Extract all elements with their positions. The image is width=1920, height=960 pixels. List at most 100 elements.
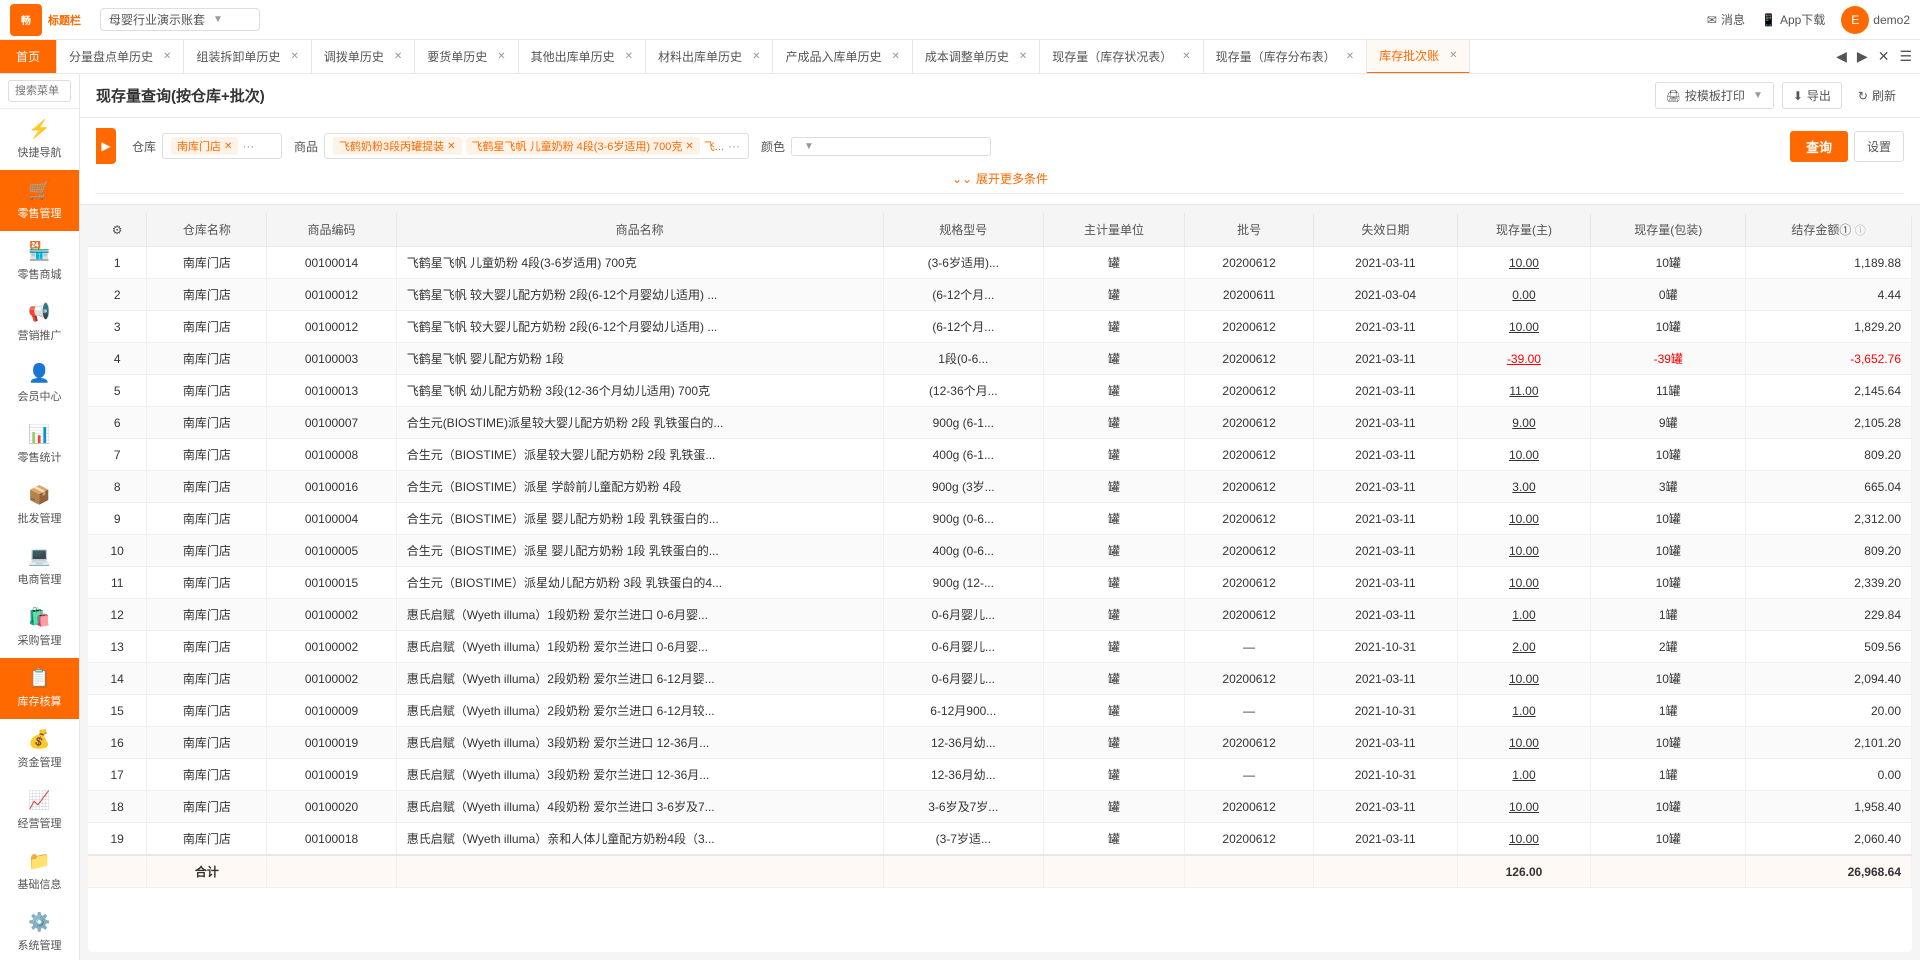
cell-qty[interactable]: 3.00: [1457, 471, 1591, 503]
tab-cai-liao-close[interactable]: ✕: [752, 51, 760, 62]
tab-chan-pin-close[interactable]: ✕: [891, 51, 899, 62]
setting-btn[interactable]: 设置: [1854, 131, 1904, 162]
warehouse-tag-group[interactable]: 南库门店 ✕ ···: [162, 133, 282, 159]
tab-qi-ta-close[interactable]: ✕: [625, 51, 633, 62]
cell-qty[interactable]: 10.00: [1457, 567, 1591, 599]
sidebar-item-ling-shou-tong[interactable]: 📊 零售统计: [0, 414, 79, 475]
cell-qty[interactable]: 9.00: [1457, 407, 1591, 439]
tab-prev-btn[interactable]: ◀: [1832, 46, 1851, 67]
query-btn[interactable]: 查询: [1790, 131, 1848, 162]
sidebar-item-ying-xiao[interactable]: 📢 营销推广: [0, 292, 79, 353]
cell-batch: —: [1184, 631, 1313, 663]
tab-tiao-bo[interactable]: 调拨单历史 ✕: [312, 40, 415, 74]
cell-expiry: 2021-03-11: [1314, 343, 1457, 375]
tab-chan-pin[interactable]: 产成品入库单历史 ✕: [773, 40, 912, 74]
cell-qty[interactable]: 10.00: [1457, 791, 1591, 823]
cell-warehouse: 南库门店: [147, 279, 267, 311]
cell-qty[interactable]: 10.00: [1457, 727, 1591, 759]
tab-next-btn[interactable]: ▶: [1853, 46, 1872, 67]
amount-info-icon[interactable]: ⓘ: [1855, 225, 1866, 237]
tab-xian-cun-ku-close[interactable]: ✕: [1182, 51, 1190, 62]
cell-expiry: 2021-03-11: [1314, 599, 1457, 631]
goods-dots[interactable]: ···: [728, 139, 740, 153]
tab-menu-btn[interactable]: ☰: [1895, 46, 1916, 67]
org-selector[interactable]: 母婴行业演示账套 ▼: [100, 8, 260, 31]
scroll-left-btn[interactable]: ▶: [96, 128, 116, 164]
color-tag-group[interactable]: ▼: [791, 137, 991, 156]
cell-amount: 2,339.20: [1746, 567, 1912, 599]
print-btn[interactable]: 🖨 查询 按模板打印 ▼: [1655, 82, 1774, 109]
cell-batch: 20200612: [1184, 599, 1313, 631]
tab-xian-cun-ku[interactable]: 现存量（库存状况表） ✕: [1040, 40, 1203, 74]
cell-qty[interactable]: 1.00: [1457, 695, 1591, 727]
cell-batch: 20200612: [1184, 791, 1313, 823]
goods-tag-group[interactable]: 飞鹤奶粉3段丙罐提装 ✕ 飞鹤星飞帆 儿童奶粉 4段(3-6岁适用) 700克 …: [324, 133, 749, 159]
sidebar-item-ling-shou[interactable]: 🛒 零售管理: [0, 170, 79, 231]
cell-qty[interactable]: 1.00: [1457, 759, 1591, 791]
cell-qty[interactable]: 1.00: [1457, 599, 1591, 631]
refresh-btn[interactable]: ↻ 刷新: [1850, 83, 1904, 108]
tab-tiao-bo-close[interactable]: ✕: [394, 51, 402, 62]
cell-spec: 900g (3岁...: [883, 471, 1044, 503]
cell-qty[interactable]: -39.00: [1457, 343, 1591, 375]
cell-spec: 1段(0-6...: [883, 343, 1044, 375]
cell-code: 00100016: [267, 471, 396, 503]
tab-fen-pan-close[interactable]: ✕: [163, 51, 171, 62]
tab-fen-pan[interactable]: 分量盘点单历史 ✕: [57, 40, 184, 74]
tab-pi-ci[interactable]: 库存批次账 ✕: [1367, 40, 1470, 74]
sidebar-item-ji-chu[interactable]: 📁 基础信息: [0, 841, 79, 902]
cell-expiry: 2021-03-11: [1314, 439, 1457, 471]
goods-tag-2-close[interactable]: ✕: [685, 141, 693, 152]
export-btn[interactable]: ⬇ 导出: [1782, 82, 1842, 109]
cell-qty[interactable]: 10.00: [1457, 439, 1591, 471]
sidebar-item-jing-ying[interactable]: 📈 经营管理: [0, 780, 79, 841]
sidebar-item-xi-tong[interactable]: ⚙️ 系统管理: [0, 902, 79, 960]
tab-cheng-ben-close[interactable]: ✕: [1019, 51, 1027, 62]
tab-yao-huo[interactable]: 要货单历史 ✕: [415, 40, 518, 74]
sidebar-item-cai-gou[interactable]: 🛍️ 采购管理: [0, 597, 79, 658]
goods-more[interactable]: 飞...: [704, 138, 724, 154]
cell-qty[interactable]: 10.00: [1457, 663, 1591, 695]
sidebar-item-ku-cun[interactable]: 📋 库存核算: [0, 658, 79, 719]
cell-qty[interactable]: 10.00: [1457, 503, 1591, 535]
cell-qty[interactable]: 10.00: [1457, 247, 1591, 279]
tab-yao-huo-close[interactable]: ✕: [497, 51, 505, 62]
tab-close-all-btn[interactable]: ✕: [1874, 46, 1894, 67]
sidebar-item-pi-fa[interactable]: 📦 批发管理: [0, 475, 79, 536]
goods-tag-1-close[interactable]: ✕: [447, 141, 455, 152]
cell-qty[interactable]: 2.00: [1457, 631, 1591, 663]
tab-zu-chai[interactable]: 组装拆卸单历史 ✕: [184, 40, 311, 74]
cell-expiry: 2021-03-11: [1314, 247, 1457, 279]
tab-home[interactable]: 首页: [0, 40, 57, 74]
tab-cai-liao[interactable]: 材料出库单历史 ✕: [646, 40, 773, 74]
message-btn[interactable]: ✉ 消息: [1707, 11, 1745, 28]
cell-code: 00100012: [267, 311, 396, 343]
cell-expiry: 2021-03-11: [1314, 791, 1457, 823]
tab-xian-cun-fen-close[interactable]: ✕: [1346, 51, 1354, 62]
xi-tong-icon: ⚙️: [28, 912, 50, 933]
sidebar-item-hui-yuan[interactable]: 👤 会员中心: [0, 353, 79, 414]
expand-btn[interactable]: ⌄⌄ 展开更多条件: [952, 170, 1048, 187]
sidebar-item-zi-jin[interactable]: 💰 资金管理: [0, 719, 79, 780]
tab-xian-cun-fen[interactable]: 现存量（库存分布表） ✕: [1204, 40, 1367, 74]
col-setting[interactable]: ⚙: [88, 213, 147, 247]
tab-qi-ta[interactable]: 其他出库单历史 ✕: [519, 40, 646, 74]
sidebar-item-dian-shang[interactable]: 💻 电商管理: [0, 536, 79, 597]
cell-qty[interactable]: 10.00: [1457, 311, 1591, 343]
cell-qty[interactable]: 0.00: [1457, 279, 1591, 311]
search-input[interactable]: [8, 80, 71, 102]
tab-pi-ci-close[interactable]: ✕: [1449, 50, 1457, 61]
cell-qty[interactable]: 11.00: [1457, 375, 1591, 407]
cell-qty[interactable]: 10.00: [1457, 823, 1591, 856]
cell-amount: 229.84: [1746, 599, 1912, 631]
tab-cheng-ben[interactable]: 成本调整单历史 ✕: [913, 40, 1040, 74]
warehouse-tag-1-close[interactable]: ✕: [224, 141, 232, 152]
cell-qty[interactable]: 10.00: [1457, 535, 1591, 567]
sidebar-item-ling-shou-shang[interactable]: 🏪 零售商城: [0, 231, 79, 292]
app-download-btn[interactable]: 📱 App下载: [1761, 11, 1825, 28]
warehouse-dots[interactable]: ···: [242, 139, 254, 153]
tab-zu-chai-close[interactable]: ✕: [290, 51, 298, 62]
cell-name: 飞鹤星飞帆 较大婴儿配方奶粉 2段(6-12个月婴幼儿适用) ...: [396, 311, 883, 343]
user-area[interactable]: E demo2: [1841, 6, 1910, 34]
cell-warehouse: 南库门店: [147, 503, 267, 535]
